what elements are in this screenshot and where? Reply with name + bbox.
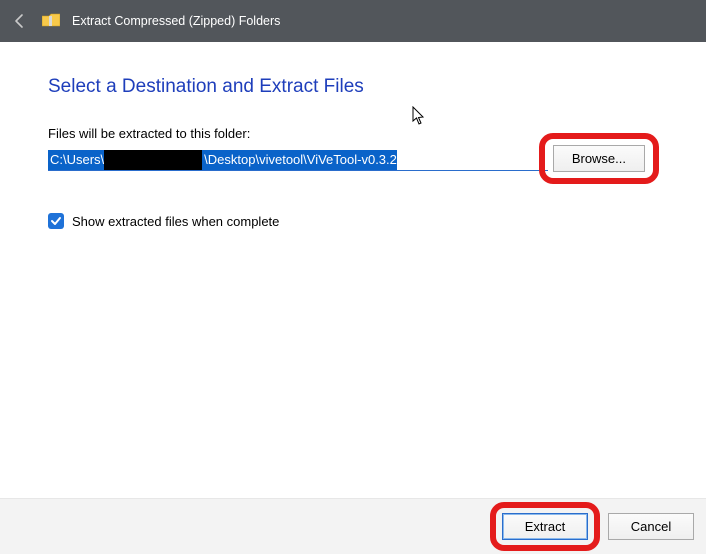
annotation-highlight-extract: Extract	[490, 502, 600, 551]
extract-button[interactable]: Extract	[502, 513, 588, 540]
back-arrow-icon[interactable]	[10, 13, 30, 29]
cancel-button[interactable]: Cancel	[608, 513, 694, 540]
path-suffix: \Desktop\vivetool\ViVeTool-v0.3.2	[202, 150, 397, 170]
show-extracted-label: Show extracted files when complete	[72, 214, 279, 229]
show-extracted-row[interactable]: Show extracted files when complete	[48, 213, 658, 229]
annotation-highlight-browse: Browse...	[539, 133, 659, 184]
titlebar: Extract Compressed (Zipped) Folders	[0, 0, 706, 42]
path-row: C:\Users\ \Desktop\vivetool\ViVeTool-v0.…	[48, 149, 658, 171]
path-redacted	[104, 150, 202, 170]
dialog-content: Select a Destination and Extract Files F…	[0, 42, 706, 229]
show-extracted-checkbox[interactable]	[48, 213, 64, 229]
page-heading: Select a Destination and Extract Files	[48, 76, 658, 98]
browse-button[interactable]: Browse...	[553, 145, 645, 172]
window-title: Extract Compressed (Zipped) Folders	[72, 14, 280, 28]
path-prefix: C:\Users\	[48, 150, 104, 170]
destination-path-input[interactable]: C:\Users\ \Desktop\vivetool\ViVeTool-v0.…	[48, 149, 548, 171]
dialog-footer: Extract Cancel	[0, 498, 706, 554]
zip-folder-icon	[42, 13, 60, 30]
